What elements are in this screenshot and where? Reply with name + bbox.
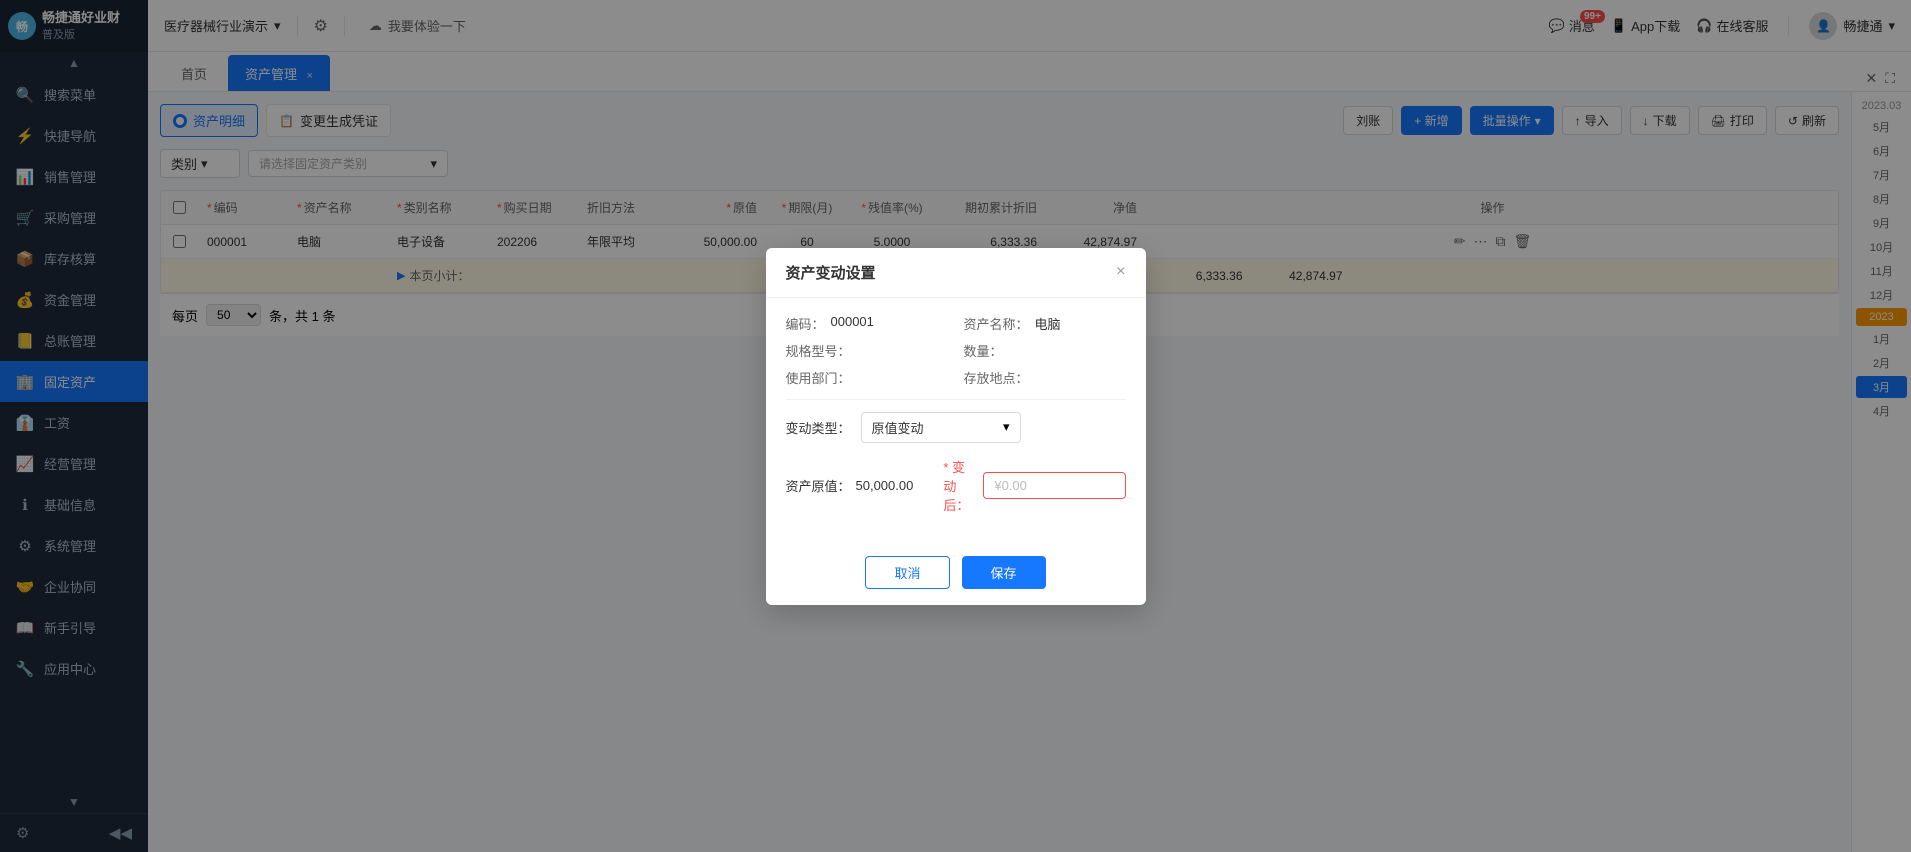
modal-asset-value-value: 50,000.00 [856, 478, 914, 493]
modal-title: 资产变动设置 [786, 262, 876, 283]
modal-asset-name-item: 资产名称： 电脑 [964, 314, 1126, 333]
modal-body: 编码： 000001 资产名称： 电脑 规格型号： 数量： 使用部门： [766, 298, 1146, 544]
modal-location-item: 存放地点： [964, 368, 1126, 387]
modal-divider [786, 399, 1126, 400]
modal-location-label: 存放地点： [964, 368, 1029, 387]
modal-change-type-value: 原值变动 [872, 418, 995, 437]
modal-after-change-label: * 变动后： [943, 457, 969, 514]
modal-after-change-input[interactable] [983, 472, 1125, 499]
modal-select-dropdown-icon: ▾ [1003, 419, 1010, 435]
modal-dept-item: 使用部门： [786, 368, 948, 387]
modal-asset-value-label: 资产原值： [786, 476, 846, 495]
modal-quantity-item: 数量： [964, 341, 1126, 360]
modal-quantity-label: 数量： [964, 341, 1003, 360]
asset-change-modal: 资产变动设置 × 编码： 000001 资产名称： 电脑 规格型号： 数量： [766, 248, 1146, 605]
modal-overlay[interactable]: 资产变动设置 × 编码： 000001 资产名称： 电脑 规格型号： 数量： [0, 0, 1911, 852]
modal-spec-item: 规格型号： [786, 341, 948, 360]
modal-code-value: 000001 [831, 314, 874, 333]
modal-footer: 取消 保存 [766, 544, 1146, 605]
modal-asset-name-value: 电脑 [1035, 314, 1061, 333]
modal-code-label: 编码： [786, 314, 825, 333]
modal-dept-label: 使用部门： [786, 368, 851, 387]
modal-code-item: 编码： 000001 [786, 314, 948, 333]
modal-change-type-row: 变动类型： 原值变动 ▾ [786, 412, 1126, 443]
modal-asset-value-row: 资产原值： 50,000.00 * 变动后： [786, 457, 1126, 514]
modal-spec-label: 规格型号： [786, 341, 851, 360]
modal-cancel-btn[interactable]: 取消 [865, 556, 949, 589]
modal-info-grid: 编码： 000001 资产名称： 电脑 规格型号： 数量： 使用部门： [786, 314, 1126, 387]
modal-close-btn[interactable]: × [1116, 264, 1125, 280]
modal-save-btn[interactable]: 保存 [962, 556, 1046, 589]
modal-asset-name-label: 资产名称： [964, 314, 1029, 333]
modal-change-type-select[interactable]: 原值变动 ▾ [861, 412, 1021, 443]
modal-change-type-label: 变动类型： [786, 418, 851, 437]
modal-header: 资产变动设置 × [766, 248, 1146, 298]
